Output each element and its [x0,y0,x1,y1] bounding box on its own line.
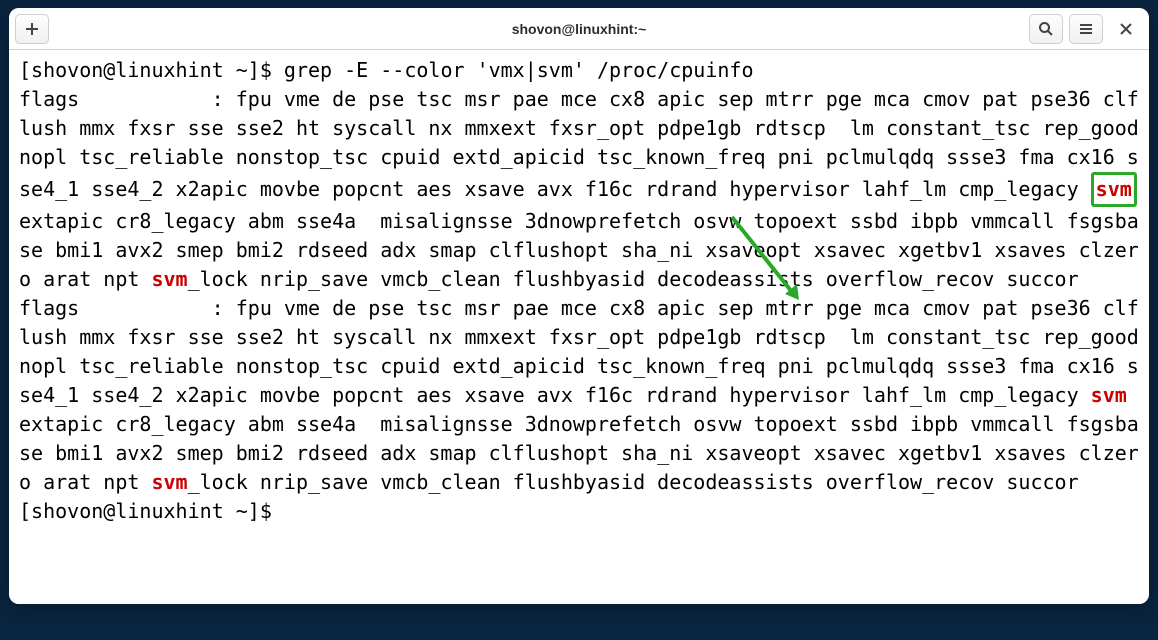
menu-button[interactable] [1069,14,1103,44]
match-highlight: svm [151,267,187,291]
hamburger-icon [1078,21,1094,37]
plus-icon [24,21,40,37]
window-title: shovon@linuxhint:~ [512,21,647,37]
close-icon [1118,21,1134,37]
match-highlight: svm [1091,383,1127,407]
output-line: _lock nrip_save vmcb_clean flushbyasid d… [188,267,1079,291]
terminal-content[interactable]: [shovon@linuxhint ~]$ grep -E --color 'v… [9,50,1149,604]
titlebar: shovon@linuxhint:~ [9,8,1149,50]
close-button[interactable] [1109,14,1143,44]
output-line: flags : fpu vme de pse tsc msr pae mce c… [19,87,1149,201]
output-line: _lock nrip_save vmcb_clean flushbyasid d… [188,470,1079,494]
search-icon [1038,21,1054,37]
new-tab-button[interactable] [15,14,49,44]
search-button[interactable] [1029,14,1063,44]
terminal-window: shovon@linuxhint:~ [shovon@linuxhint ~]$… [9,8,1149,604]
prompt: [shovon@linuxhint ~]$ [19,58,284,82]
match-highlight: svm [151,470,187,494]
prompt: [shovon@linuxhint ~]$ [19,499,284,523]
match-highlight-boxed: svm [1091,172,1137,207]
output-line: flags : fpu vme de pse tsc msr pae mce c… [19,296,1149,407]
command-text: grep -E --color 'vmx|svm' /proc/cpuinfo [284,58,754,82]
